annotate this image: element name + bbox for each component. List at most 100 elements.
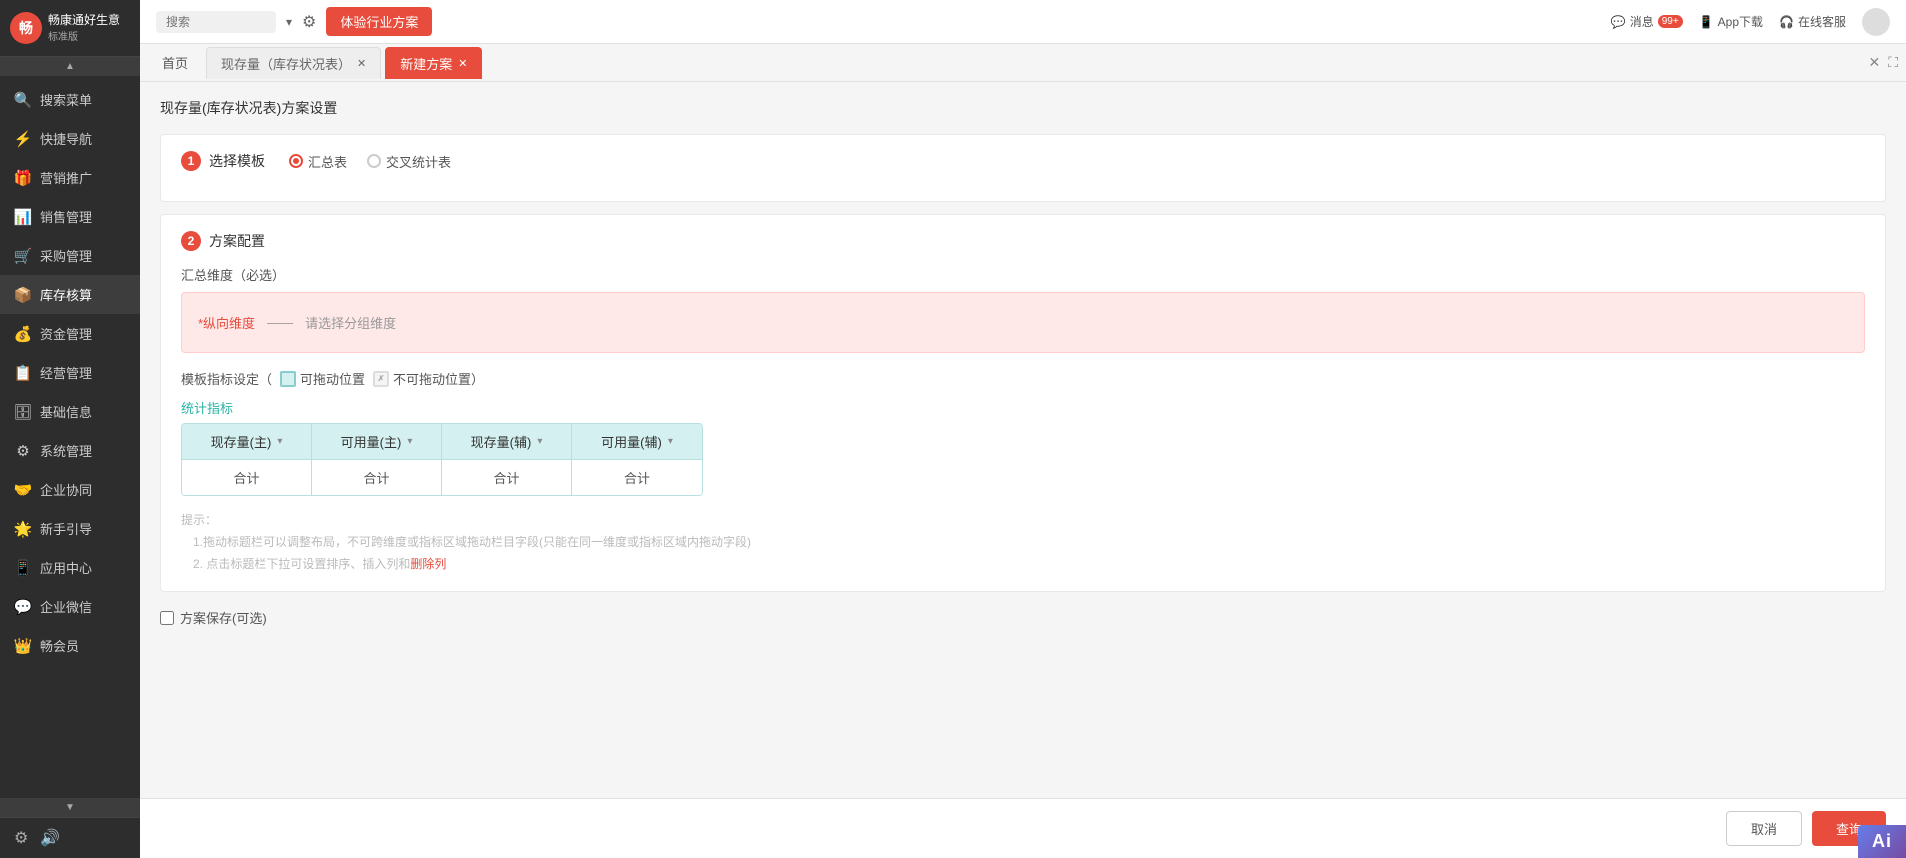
footer-bar: 取消 查询: [140, 798, 1906, 858]
legend-draggable-dot: [280, 371, 296, 387]
topbar-dropdown-arrow[interactable]: ▾: [286, 15, 292, 29]
save-checkbox[interactable]: [160, 611, 174, 625]
table-col-3: 现存量(辅) ▾ 合计: [442, 424, 572, 495]
indicator-config-area: 模板指标设定（ 可拖动位置 ✗ 不可拖动位置） 统计指标: [181, 369, 1865, 575]
sidebar-logo: 畅 畅康通好生意 标准版: [0, 0, 140, 57]
sidebar-scroll-down[interactable]: ▼: [0, 798, 140, 817]
topbar-left: ▾ ⚙ 体验行业方案: [156, 7, 432, 36]
sidebar-item-new-guide[interactable]: 🌟 新手引导: [0, 509, 140, 548]
sidebar-scroll-up[interactable]: ▲: [0, 57, 140, 76]
tab-inventory[interactable]: 现存量（库存状况表） ✕: [206, 47, 381, 79]
table-col-1-body: 合计: [182, 460, 311, 495]
legend-draggable: 可拖动位置: [280, 369, 365, 388]
section1-number: 1: [181, 151, 201, 171]
user-avatar[interactable]: [1862, 8, 1890, 36]
sidebar-item-search[interactable]: 🔍 搜索菜单: [0, 80, 140, 119]
sidebar-item-label: 畅会员: [40, 636, 79, 655]
tab-new-scheme-close[interactable]: ✕: [458, 57, 467, 70]
col2-label: 可用量(主): [341, 432, 402, 451]
topbar-search-input[interactable]: [156, 11, 276, 33]
dim-required-mark: *纵向维度: [198, 313, 255, 332]
section-scheme-config: 2 方案配置 汇总维度（必选） *纵向维度 —— 请选择分组维度 模板指标设定（…: [160, 214, 1886, 592]
col3-label: 现存量(辅): [471, 432, 532, 451]
settings-icon[interactable]: ⚙: [14, 828, 28, 848]
legend-draggable-label: 可拖动位置: [300, 369, 365, 388]
radio-cross[interactable]: 交叉统计表: [367, 152, 451, 171]
topbar-right: 💬 消息 99+ 📱 App下载 🎧 在线客服: [1611, 8, 1890, 36]
sidebar-item-finance[interactable]: 💰 资金管理: [0, 314, 140, 353]
section1-header: 1 选择模板 汇总表 交叉统计表: [181, 151, 1865, 171]
tips-section: 提示： 1.拖动标题栏可以调整布局，不可跨维度或指标区域拖动栏目字段(只能在同一…: [181, 511, 1865, 575]
sidebar-item-system[interactable]: ⚙ 系统管理: [0, 431, 140, 470]
sidebar-item-label: 销售管理: [40, 207, 92, 226]
section-choose-template: 1 选择模板 汇总表 交叉统计表: [160, 134, 1886, 202]
search-menu-icon: 🔍: [14, 91, 32, 109]
radio-summary[interactable]: 汇总表: [289, 152, 347, 171]
radio-summary-label: 汇总表: [308, 152, 347, 171]
dim-placeholder: 请选择分组维度: [305, 313, 396, 332]
table-col-2-header[interactable]: 可用量(主) ▾: [312, 424, 441, 460]
col4-label: 可用量(辅): [601, 432, 662, 451]
sidebar-item-sales[interactable]: 📊 销售管理: [0, 197, 140, 236]
tab-inventory-close[interactable]: ✕: [357, 57, 366, 70]
sidebar-item-member[interactable]: 👑 畅会员: [0, 626, 140, 665]
app-download-icon: 📱: [1699, 15, 1714, 29]
online-service-icon: 🎧: [1779, 15, 1794, 29]
cooperation-icon: 🤝: [14, 481, 32, 499]
sidebar-item-label: 企业协同: [40, 480, 92, 499]
col3-chevron-icon: ▾: [537, 436, 542, 447]
message-button[interactable]: 💬 消息 99+: [1611, 13, 1683, 30]
template-radio-group: 汇总表 交叉统计表: [289, 152, 451, 171]
tab-home[interactable]: 首页: [148, 47, 202, 78]
col1-label: 现存量(主): [211, 432, 272, 451]
topbar: ▾ ⚙ 体验行业方案 💬 消息 99+ 📱 App下载 🎧 在线客服: [140, 0, 1906, 44]
sidebar-item-wechat[interactable]: 💬 企业微信: [0, 587, 140, 626]
sidebar-item-purchase[interactable]: 🛒 采购管理: [0, 236, 140, 275]
window-close-button[interactable]: ✕: [1868, 54, 1880, 71]
tip-item-2: 2. 点击标题栏下拉可设置排序、插入列和删除列: [181, 554, 1865, 576]
section2-number: 2: [181, 231, 201, 251]
table-col-3-header[interactable]: 现存量(辅) ▾: [442, 424, 571, 460]
online-service-button[interactable]: 🎧 在线客服: [1779, 13, 1846, 30]
sidebar-item-app-center[interactable]: 📱 应用中心: [0, 548, 140, 587]
message-icon: 💬: [1611, 15, 1626, 29]
tab-new-scheme[interactable]: 新建方案 ✕: [385, 47, 482, 79]
table-col-4-header[interactable]: 可用量(辅) ▾: [572, 424, 702, 460]
statistics-table: 现存量(主) ▾ 合计 可用量(主) ▾ 合计: [181, 423, 703, 496]
sidebar-item-label: 快捷导航: [40, 129, 92, 148]
content-area: 现存量(库存状况表)方案设置 1 选择模板 汇总表 交叉统计表: [140, 82, 1906, 798]
window-expand-button[interactable]: ⛶: [1888, 54, 1898, 71]
app-download-button[interactable]: 📱 App下载: [1699, 13, 1763, 30]
window-controls: ✕ ⛶: [1868, 54, 1898, 71]
sidebar-item-label: 基础信息: [40, 402, 92, 421]
inventory-icon: 📦: [14, 286, 32, 304]
sidebar-item-inventory[interactable]: 📦 库存核算: [0, 275, 140, 314]
dimension-selection-box[interactable]: *纵向维度 —— 请选择分组维度: [181, 292, 1865, 353]
table-col-4: 可用量(辅) ▾ 合计: [572, 424, 702, 495]
table-col-1-header[interactable]: 现存量(主) ▾: [182, 424, 311, 460]
app-logo-icon: 畅: [10, 12, 42, 44]
table-header-row: 现存量(主) ▾ 合计 可用量(主) ▾ 合计: [182, 424, 702, 495]
indicator-label-text: 模板指标设定（: [181, 369, 272, 388]
sidebar-item-business[interactable]: 📋 经营管理: [0, 353, 140, 392]
app-center-icon: 📱: [14, 559, 32, 577]
topbar-gear-icon[interactable]: ⚙: [302, 12, 316, 32]
table-col-2-body: 合计: [312, 460, 441, 495]
sidebar-item-marketing[interactable]: 🎁 营销推广: [0, 158, 140, 197]
trial-industry-button[interactable]: 体验行业方案: [326, 7, 432, 36]
table-col-1: 现存量(主) ▾ 合计: [182, 424, 312, 495]
sidebar-item-label: 库存核算: [40, 285, 92, 304]
sidebar-item-quick-nav[interactable]: ⚡ 快捷导航: [0, 119, 140, 158]
tips-title: 提示：: [181, 511, 1865, 528]
sidebar-item-base-info[interactable]: 🗄 基础信息: [0, 392, 140, 431]
audio-icon[interactable]: 🔊: [40, 828, 60, 848]
purchase-icon: 🛒: [14, 247, 32, 265]
sidebar-item-label: 新手引导: [40, 519, 92, 538]
legend-undraggable-label: 不可拖动位置）: [393, 369, 484, 388]
cancel-button[interactable]: 取消: [1726, 811, 1802, 846]
section1-title: 选择模板: [209, 151, 265, 171]
marketing-icon: 🎁: [14, 169, 32, 187]
sidebar-item-cooperation[interactable]: 🤝 企业协同: [0, 470, 140, 509]
tip-item-1: 1.拖动标题栏可以调整布局，不可跨维度或指标区域拖动栏目字段(只能在同一维度或指…: [181, 532, 1865, 554]
sidebar-item-label: 采购管理: [40, 246, 92, 265]
